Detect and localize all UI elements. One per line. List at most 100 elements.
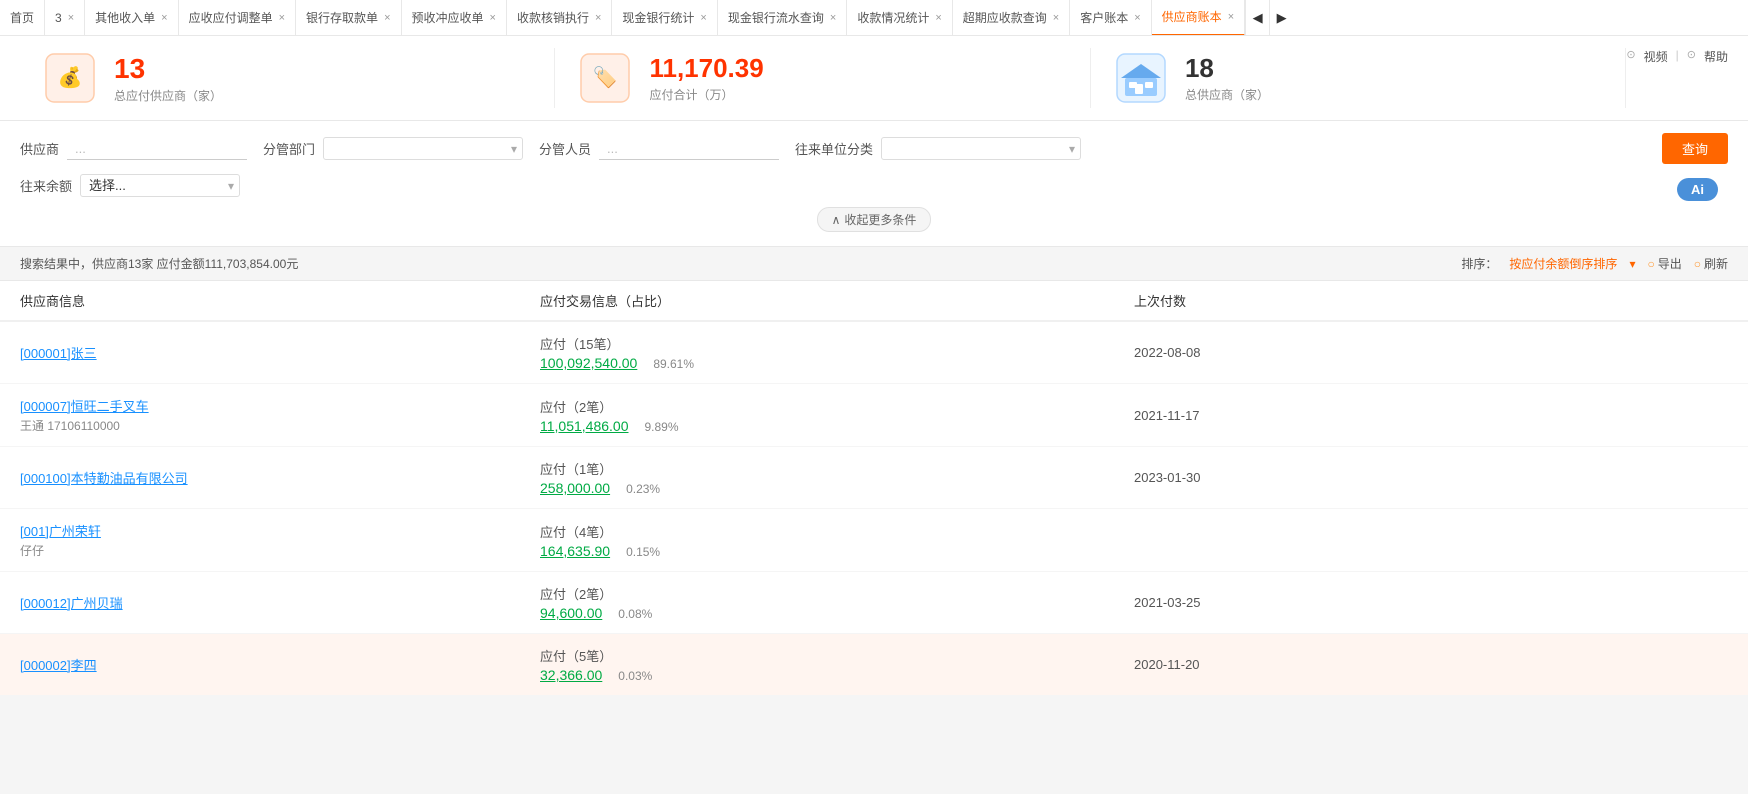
supplier-info-cell: [001]广州荣轩 仔仔 [20,521,540,559]
last-pay-cell: 2021-11-17 [1134,408,1728,423]
close-icon[interactable]: × [830,12,836,24]
filter-person: 分管人员 [539,138,779,160]
top-navigation: 首页 3 × 其他收入单 × 应收应付调整单 × 银行存取款单 × 预收冲应收单… [0,0,1748,36]
table-row: [001]广州荣轩 仔仔 应付（4笔） 164,635.90 0.15% [0,509,1748,572]
close-icon[interactable]: × [279,12,285,24]
person-input[interactable] [599,138,779,160]
payable-cell: 应付（2笔） 11,051,486.00 9.89% [540,397,1134,434]
nav-left-arrow[interactable]: ◀ [1245,0,1269,36]
supplier-link[interactable]: [001]广州荣轩 [20,521,540,540]
nav-right-arrow[interactable]: ▶ [1269,0,1293,36]
nav-tab-advance-offset[interactable]: 预收冲应收单 × [402,0,507,36]
close-icon[interactable]: × [161,12,167,24]
payable-amount[interactable]: 258,000.00 [540,480,610,496]
nav-tab-collection-exec[interactable]: 收款核销执行 × [507,0,612,36]
sort-select[interactable]: 按应付余额倒序排序 [1509,255,1617,272]
supplier-sub: 王通 17106110000 [20,417,540,434]
nav-tab-collection-stat[interactable]: 收款情况统计 × [847,0,952,36]
close-icon[interactable]: × [68,12,74,24]
nav-tab-overdue-query[interactable]: 超期应收款查询 × [953,0,1070,36]
payable-count: 应付（4笔） [540,522,1134,541]
payable-amount[interactable]: 94,600.00 [540,605,602,621]
help-link[interactable]: 帮助 [1704,48,1728,65]
payable-amount-row: 258,000.00 0.23% [540,478,1134,496]
close-icon[interactable]: × [935,12,941,24]
data-table: 供应商信息 应付交易信息（占比） 上次付数 [000001]张三 应付（15笔）… [0,281,1748,696]
table-header: 供应商信息 应付交易信息（占比） 上次付数 [0,281,1748,322]
unit-type-select-wrapper [881,137,1081,160]
ai-button[interactable]: Ai [1677,178,1718,201]
close-icon[interactable]: × [490,12,496,24]
payable-total-text: 11,170.39 应付合计（万） [649,53,763,103]
supplier-input[interactable] [67,138,247,160]
collapse-button[interactable]: ∧ 收起更多条件 [817,207,932,232]
nav-tab-cash-flow[interactable]: 现金银行流水查询 × [718,0,847,36]
payable-amount[interactable]: 32,366.00 [540,667,602,683]
nav-tab-home[interactable]: 首页 [0,0,45,36]
video-link[interactable]: 视频 [1644,48,1668,65]
supplier-info-cell: [000002]李四 [20,655,540,674]
nav-tab-supplier-ledger[interactable]: 供应商账本 × [1152,0,1245,36]
payable-amount[interactable]: 11,051,486.00 [540,418,629,434]
payable-total-number: 11,170.39 [649,53,763,84]
filter-supplier: 供应商 [20,138,247,160]
payable-count: 应付（1笔） [540,459,1134,478]
total-supplier-text: 18 总供应商（家） [1185,53,1269,103]
supplier-link[interactable]: [000002]李四 [20,655,540,674]
export-button[interactable]: ○ 导出 [1647,255,1681,272]
person-label: 分管人员 [539,139,591,158]
refresh-button[interactable]: ○ 刷新 [1694,255,1728,272]
unit-type-select[interactable] [881,137,1081,160]
query-button[interactable]: 查询 [1662,133,1728,164]
payable-count: 应付（2笔） [540,584,1134,603]
payable-amount-row: 32,366.00 0.03% [540,665,1134,683]
top-right-links: ⊙ 视频 | ⊙ 帮助 [1626,48,1728,65]
payable-amount-row: 164,635.90 0.15% [540,541,1134,559]
result-bar: 搜索结果中，供应商13家 应付金额111,703,854.00元 排序： 按应付… [0,247,1748,281]
payable-pct: 0.03% [618,669,652,683]
close-icon[interactable]: × [700,12,706,24]
supplier-info-cell: [000100]本特勤油品有限公司 [20,468,540,487]
nav-tab-collection-stat-label: 收款情况统计 [857,9,929,26]
nav-tab-cash-stat[interactable]: 现金银行统计 × [612,0,717,36]
close-icon[interactable]: × [595,12,601,24]
close-icon[interactable]: × [1053,12,1059,24]
close-icon[interactable]: × [1228,11,1234,23]
supplier-link[interactable]: [000007]恒旺二手叉车 [20,396,540,415]
table-row: [000001]张三 应付（15笔） 100,092,540.00 89.61%… [0,322,1748,384]
filter-balance: 往来余额 选择... [20,174,240,197]
col-header-last-pay: 上次付数 [1134,291,1728,310]
nav-tab-other-income[interactable]: 其他收入单 × [85,0,178,36]
result-actions: 排序： 按应付余额倒序排序 ▾ ○ 导出 ○ 刷新 [1461,255,1728,272]
supplier-info-cell: [000001]张三 [20,343,540,362]
summary-card-payable-supplier: 💰 13 总应付供应商（家） [20,48,555,108]
payable-supplier-number: 13 [114,52,222,86]
nav-tab-bank-deposit[interactable]: 银行存取款单 × [296,0,401,36]
collapse-label: 收起更多条件 [844,211,916,228]
payable-supplier-label: 总应付供应商（家） [114,87,222,104]
nav-tab-ar-ap-adjust[interactable]: 应收应付调整单 × [179,0,296,36]
nav-tab-cash-flow-label: 现金银行流水查询 [728,9,824,26]
nav-tab-3[interactable]: 3 × [45,0,85,36]
nav-tab-other-income-label: 其他收入单 [95,9,155,26]
nav-tab-customer-ledger-label: 客户账本 [1080,9,1128,26]
payable-col: 应付（5笔） 32,366.00 0.03% [540,646,1134,683]
sort-down-icon[interactable]: ▾ [1629,257,1635,271]
divider: | [1676,48,1679,62]
table-row: [000012]广州贝瑞 应付（2笔） 94,600.00 0.08% 2021… [0,572,1748,634]
payable-col: 应付（2笔） 11,051,486.00 9.89% [540,397,1134,434]
supplier-link[interactable]: [000012]广州贝瑞 [20,593,540,612]
nav-tab-customer-ledger[interactable]: 客户账本 × [1070,0,1151,36]
close-icon[interactable]: × [384,12,390,24]
payable-amount[interactable]: 100,092,540.00 [540,355,637,371]
table-row: [000007]恒旺二手叉车 王通 17106110000 应付（2笔） 11,… [0,384,1748,447]
payable-pct: 0.23% [626,482,660,496]
payable-amount[interactable]: 164,635.90 [540,543,610,559]
help-icon: ⊙ [1687,48,1696,61]
balance-select[interactable]: 选择... [80,174,240,197]
supplier-link[interactable]: [000001]张三 [20,343,540,362]
supplier-link[interactable]: [000100]本特勤油品有限公司 [20,468,540,487]
dept-select[interactable] [323,137,523,160]
payable-supplier-text: 13 总应付供应商（家） [114,52,222,105]
close-icon[interactable]: × [1134,12,1140,24]
